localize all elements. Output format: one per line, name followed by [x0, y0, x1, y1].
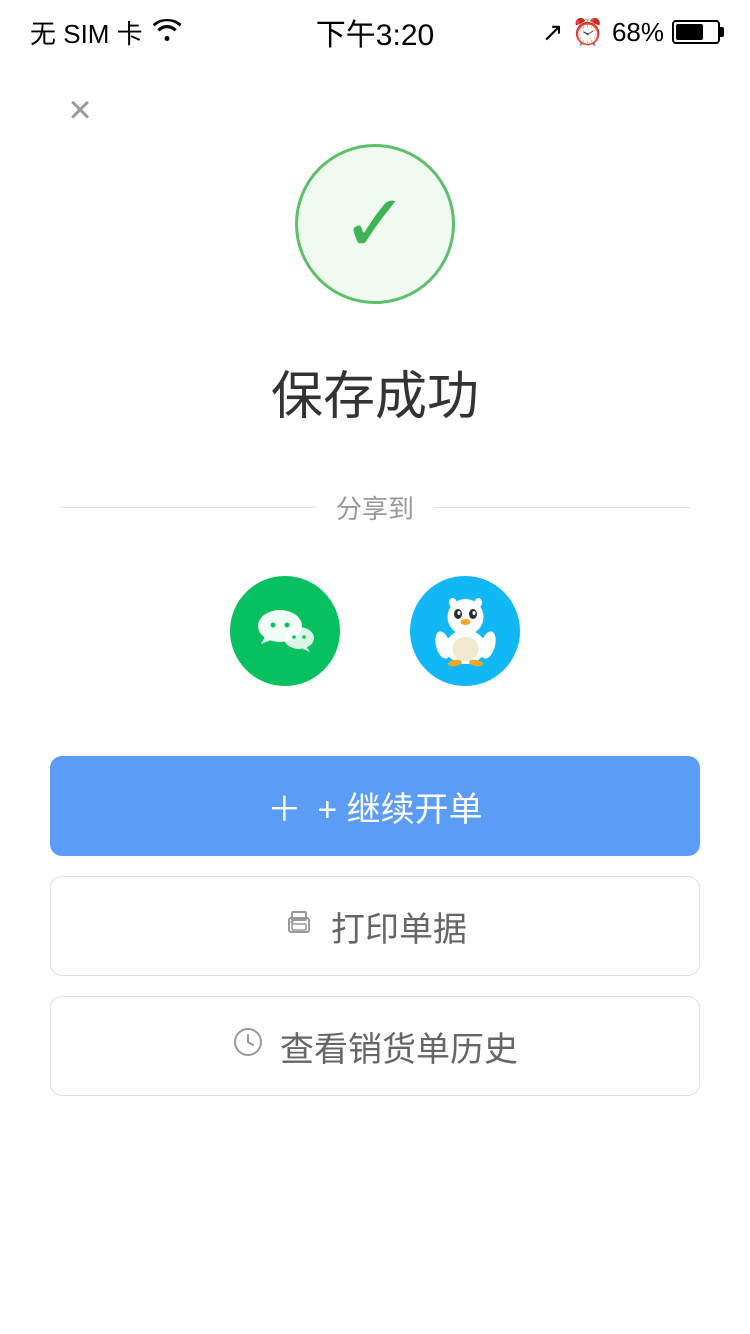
location-icon: ↗ [542, 17, 564, 48]
qq-share-button[interactable] [410, 576, 520, 686]
divider-section: 分享到 [0, 489, 750, 526]
alarm-icon: ⏰ [572, 17, 604, 48]
print-label: 打印单据 [331, 902, 467, 951]
share-icons [230, 576, 520, 686]
battery-percentage: 68% [612, 17, 664, 48]
continue-button[interactable]: ＋ + 继续开单 [50, 756, 700, 856]
no-sim-label: 无 SIM 卡 [30, 14, 143, 51]
divider-line-right [434, 507, 690, 508]
battery-icon [672, 20, 720, 44]
close-button[interactable]: × [50, 80, 110, 140]
history-button[interactable]: 查看销货单历史 [50, 996, 700, 1096]
status-left: 无 SIM 卡 [30, 14, 181, 51]
status-time: 下午3:20 [316, 10, 434, 54]
plus-icon: ＋ [267, 782, 301, 831]
divider-line-left [60, 507, 316, 508]
share-label: 分享到 [316, 489, 434, 526]
print-button[interactable]: 打印单据 [50, 876, 700, 976]
history-label: 查看销货单历史 [280, 1022, 518, 1071]
status-right: ↗ ⏰ 68% [542, 17, 720, 48]
print-icon [283, 906, 315, 947]
buttons-section: ＋ + 继续开单 打印单据 查看销货单历史 [0, 756, 750, 1096]
checkmark-icon: ✓ [341, 184, 408, 264]
history-icon [232, 1026, 264, 1067]
continue-label: + 继续开单 [317, 782, 482, 831]
close-icon: × [68, 90, 91, 130]
success-title: 保存成功 [271, 354, 479, 429]
success-circle: ✓ [295, 144, 455, 304]
wifi-icon [153, 17, 181, 48]
wechat-share-button[interactable] [230, 576, 340, 686]
status-bar: 无 SIM 卡 下午3:20 ↗ ⏰ 68% [0, 0, 750, 64]
main-content: ✓ 保存成功 分享到 [0, 64, 750, 1096]
